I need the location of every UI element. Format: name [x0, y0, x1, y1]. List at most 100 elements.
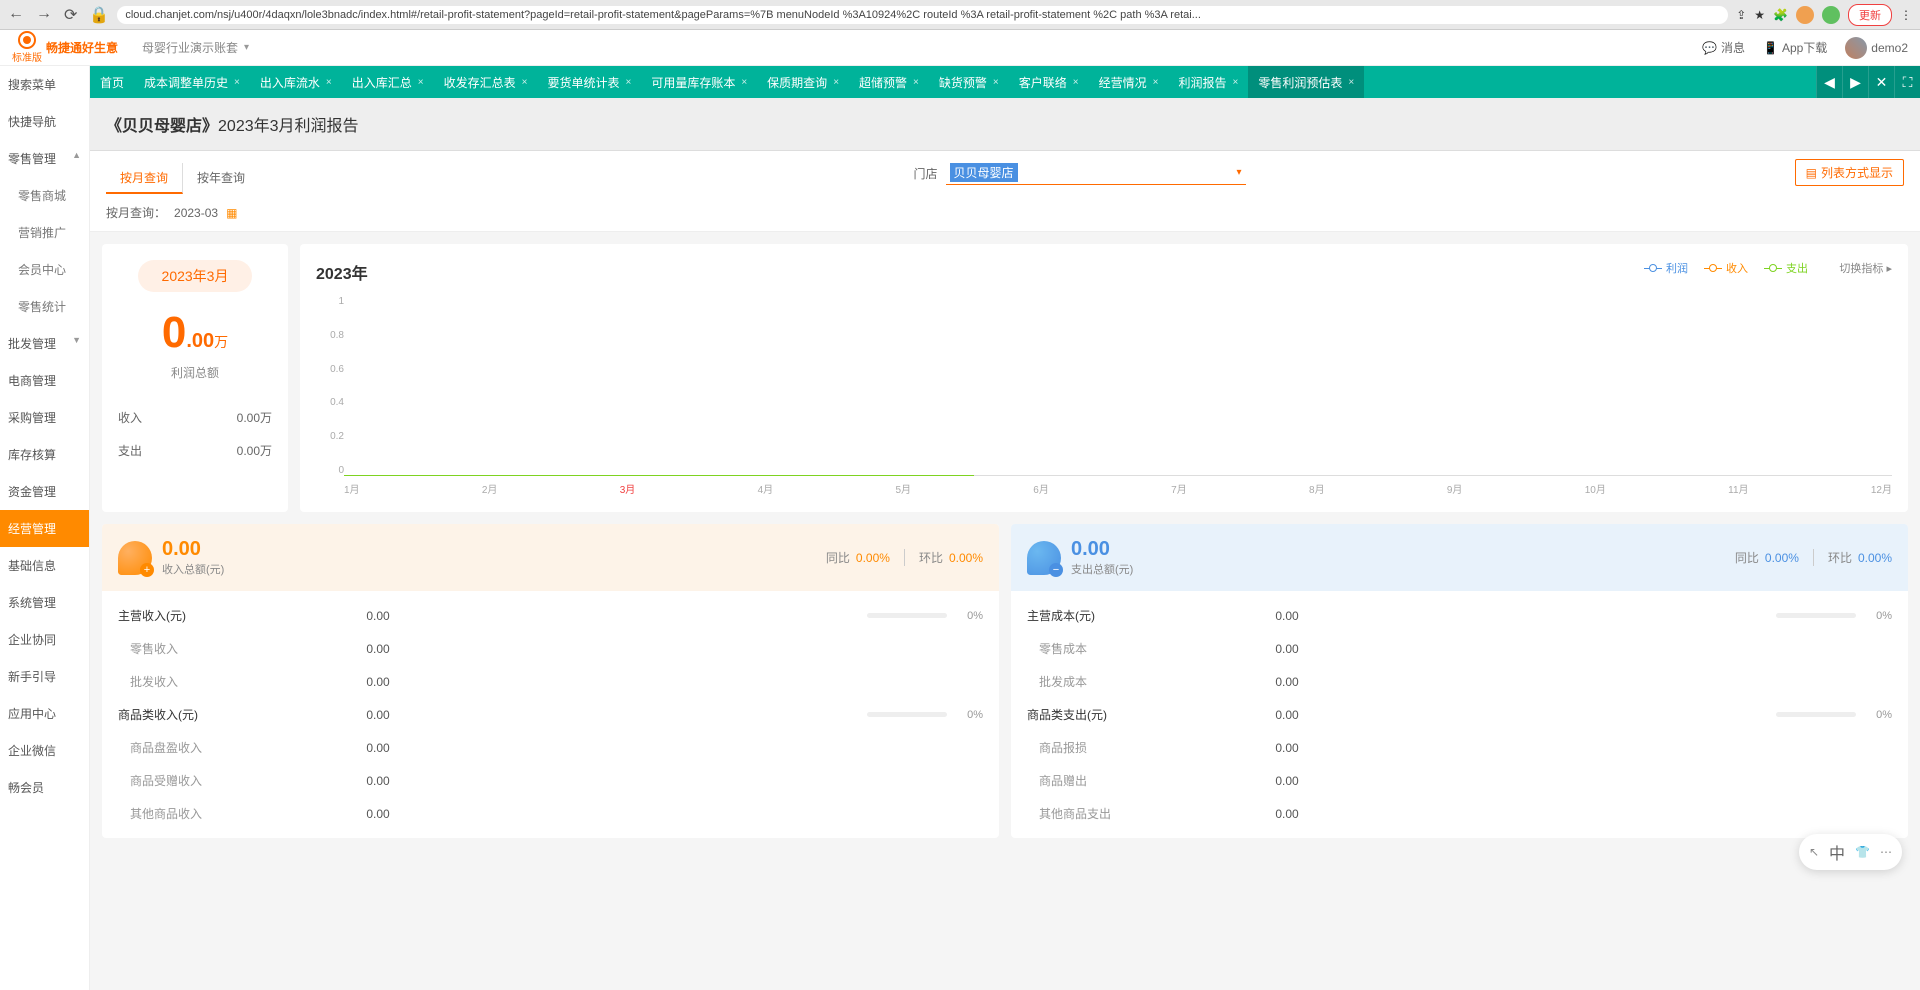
row-label: 主营收入(元) — [118, 607, 298, 624]
sidebar-item[interactable]: 零售统计 — [0, 288, 89, 325]
chart-legend: 利润 收入 支出 — [1644, 260, 1808, 276]
tab[interactable]: 客户联络× — [1009, 66, 1089, 98]
account-selector[interactable]: 母婴行业演示账套 ▾ — [142, 39, 249, 56]
browser-chrome: ← → ⟳ 🔒 cloud.chanjet.com/nsj/u400r/4daq… — [0, 0, 1920, 30]
row-value: 0.00 — [1207, 708, 1367, 722]
legend-expense[interactable]: 支出 — [1764, 260, 1808, 276]
table-row: 其他商品收入0.00 — [118, 797, 983, 830]
reload-icon[interactable]: ⟳ — [64, 5, 77, 25]
filter-tab-month[interactable]: 按月查询 — [106, 163, 183, 194]
tabs-scroll-right[interactable]: ▶ — [1842, 66, 1868, 98]
close-icon[interactable]: × — [625, 77, 631, 88]
sidebar-item[interactable]: 电商管理 — [0, 362, 89, 399]
calendar-icon[interactable]: ▦ — [226, 206, 237, 220]
forward-icon[interactable]: → — [36, 5, 52, 25]
sidebar-item[interactable]: 库存核算 — [0, 436, 89, 473]
tab[interactable]: 缺货预警× — [929, 66, 1009, 98]
browser-update-btn[interactable]: 更新 — [1848, 4, 1892, 26]
tab[interactable]: 保质期查询× — [757, 66, 849, 98]
sidebar-item[interactable]: 批发管理 — [0, 325, 89, 362]
close-icon[interactable]: × — [326, 77, 332, 88]
close-icon[interactable]: × — [418, 77, 424, 88]
store-selector[interactable]: 门店 贝贝母婴店 ▾ — [914, 161, 1246, 185]
month-query-value[interactable]: 2023-03 — [174, 206, 218, 220]
tab[interactable]: 零售利润预估表× — [1248, 66, 1364, 98]
row-label: 商品类收入(元) — [118, 706, 298, 723]
sidebar-item[interactable]: 企业协同 — [0, 621, 89, 658]
chart-plot: 10.80.60.40.20 1月2月3月4月5月6月7月8月9月10月11月1… — [316, 296, 1892, 496]
puzzle-icon[interactable]: 🧩 — [1773, 8, 1788, 22]
table-row: 商品类收入(元)0.000% — [118, 698, 983, 731]
sidebar-item[interactable]: 系统管理 — [0, 584, 89, 621]
tabs-close[interactable]: ✕ — [1868, 66, 1894, 98]
close-icon[interactable]: × — [913, 77, 919, 88]
sidebar-item[interactable]: 会员中心 — [0, 251, 89, 288]
tab[interactable]: 首页 — [90, 66, 134, 98]
sidebar-item[interactable]: 基础信息 — [0, 547, 89, 584]
ext-icon-1[interactable] — [1796, 6, 1814, 24]
table-row: 其他商品支出0.00 — [1027, 797, 1892, 830]
menu-icon[interactable]: ⋮ — [1900, 8, 1912, 22]
row-label: 商品赠出 — [1027, 772, 1207, 789]
tab[interactable]: 收发存汇总表× — [434, 66, 538, 98]
sidebar-item[interactable]: 快捷导航 — [0, 103, 89, 140]
sidebar-item[interactable]: 零售商城 — [0, 177, 89, 214]
tab[interactable]: 出入库流水× — [250, 66, 342, 98]
filter-tab-year[interactable]: 按年查询 — [183, 163, 259, 194]
x-tick: 10月 — [1585, 481, 1606, 496]
app-download-button[interactable]: 📱 App下载 — [1763, 39, 1827, 56]
sidebar-item[interactable]: 企业微信 — [0, 732, 89, 769]
x-tick: 1月 — [344, 481, 360, 496]
sidebar-item[interactable]: 新手引导 — [0, 658, 89, 695]
url-bar[interactable]: cloud.chanjet.com/nsj/u400r/4daqxn/lole3… — [117, 6, 1728, 24]
browser-nav: ← → ⟳ 🔒 — [8, 5, 109, 25]
legend-profit[interactable]: 利润 — [1644, 260, 1688, 276]
close-icon[interactable]: × — [993, 77, 999, 88]
tab[interactable]: 经营情况× — [1089, 66, 1169, 98]
y-tick: 1 — [316, 296, 344, 307]
income-value: 0.00万 — [237, 409, 272, 426]
sidebar-item[interactable]: 畅会员 — [0, 769, 89, 806]
tab[interactable]: 成本调整单历史× — [134, 66, 250, 98]
tab[interactable]: 要货单统计表× — [537, 66, 641, 98]
tab[interactable]: 可用量库存账本× — [641, 66, 757, 98]
close-icon[interactable]: × — [1073, 77, 1079, 88]
sidebar-item[interactable]: 零售管理 — [0, 140, 89, 177]
close-icon[interactable]: × — [1348, 77, 1354, 88]
list-view-button[interactable]: ▤ 列表方式显示 — [1795, 159, 1904, 186]
income-panel: 0.00 收入总额(元) 同比0.00% 环比0.00% 主营收入(元)0.00… — [102, 524, 999, 838]
user-menu[interactable]: demo2 — [1845, 37, 1908, 59]
sidebar-item[interactable]: 营销推广 — [0, 214, 89, 251]
tabs-scroll-left[interactable]: ◀ — [1816, 66, 1842, 98]
tab[interactable]: 利润报告× — [1168, 66, 1248, 98]
x-tick: 11月 — [1728, 481, 1748, 496]
sidebar-item[interactable]: 经营管理 — [0, 510, 89, 547]
legend-income[interactable]: 收入 — [1704, 260, 1748, 276]
sidebar-item[interactable]: 采购管理 — [0, 399, 89, 436]
close-icon[interactable]: × — [833, 77, 839, 88]
app-logo[interactable]: 标准版 畅捷通好生意 — [12, 31, 118, 64]
back-icon[interactable]: ← — [8, 5, 24, 25]
sidebar-item[interactable]: 应用中心 — [0, 695, 89, 732]
close-icon[interactable]: × — [741, 77, 747, 88]
ext-icon-2[interactable] — [1822, 6, 1840, 24]
close-icon[interactable]: × — [522, 77, 528, 88]
close-icon[interactable]: × — [1153, 77, 1159, 88]
tab[interactable]: 超储预警× — [849, 66, 929, 98]
share-icon[interactable]: ⇪ — [1736, 8, 1746, 22]
x-tick: 9月 — [1447, 481, 1463, 496]
star-icon[interactable]: ★ — [1754, 8, 1765, 22]
row-value: 0.00 — [298, 741, 458, 755]
close-icon[interactable]: × — [234, 77, 240, 88]
tab[interactable]: 出入库汇总× — [342, 66, 434, 98]
x-tick: 3月 — [620, 481, 636, 496]
sidebar-item[interactable]: 搜索菜单 — [0, 66, 89, 103]
ime-widget[interactable]: ↖ 中 👕 ⋯ — [1799, 834, 1902, 870]
tabs-fullscreen[interactable]: ⛶ — [1894, 66, 1920, 98]
sidebar-item[interactable]: 资金管理 — [0, 473, 89, 510]
switch-indicator-button[interactable]: 切换指标 ▸ — [1839, 260, 1892, 276]
close-icon[interactable]: × — [1232, 77, 1238, 88]
messages-button[interactable]: 💬 消息 — [1702, 39, 1745, 56]
row-value: 0.00 — [1207, 807, 1367, 821]
x-tick: 5月 — [895, 481, 911, 496]
